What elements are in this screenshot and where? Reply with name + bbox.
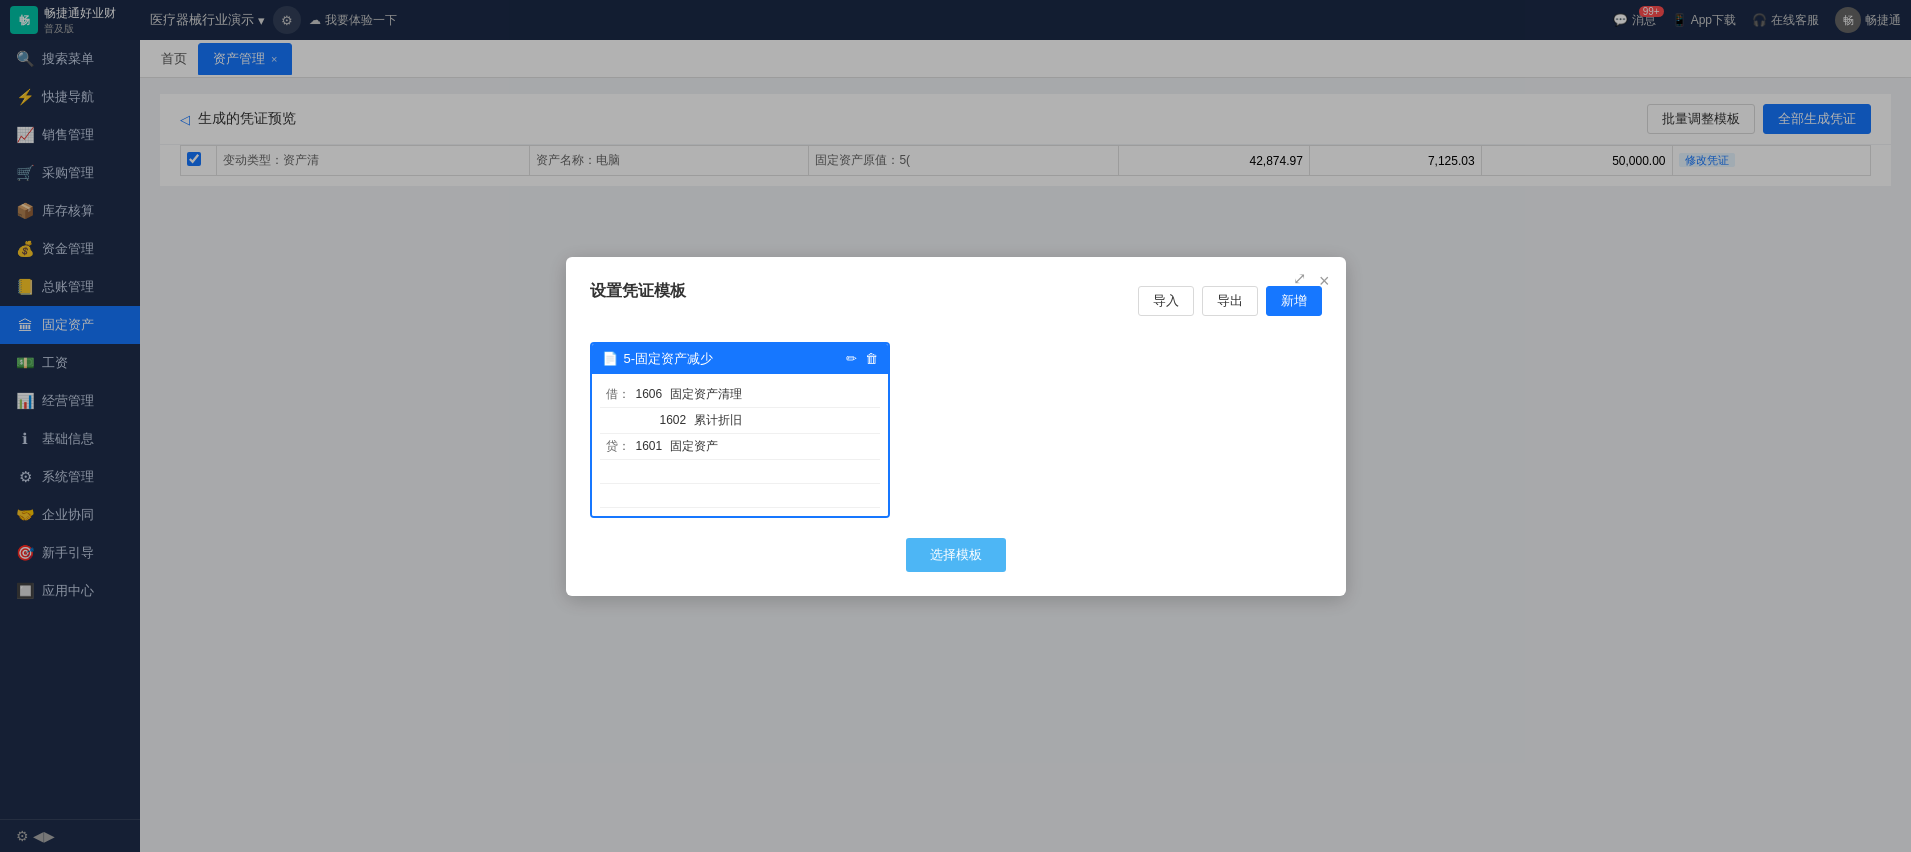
template-entry-0: 借： 1606 固定资产清理 — [600, 382, 880, 408]
template-delete-icon[interactable]: 🗑 — [865, 351, 878, 366]
entry-type-2: 贷： — [606, 438, 636, 455]
entry-name-2: 固定资产 — [670, 438, 718, 455]
new-button[interactable]: 新增 — [1266, 286, 1322, 316]
template-edit-icon[interactable]: ✏ — [846, 351, 857, 366]
entry-name-0: 固定资产清理 — [670, 386, 742, 403]
entry-code-0: 1606 — [636, 387, 663, 401]
template-body: 借： 1606 固定资产清理 1602 累计折旧 贷： 1601 固定资产 — [592, 374, 888, 516]
import-button[interactable]: 导入 — [1138, 286, 1194, 316]
export-button[interactable]: 导出 — [1202, 286, 1258, 316]
modal-close-button[interactable]: × — [1319, 271, 1330, 292]
modal-overlay: ⤢ × 设置凭证模板 导入 导出 新增 📄 5-固定资产减少 ✏ 🗑 — [0, 0, 1911, 852]
modal-title: 设置凭证模板 — [590, 281, 686, 302]
expand-icon[interactable]: ⤢ — [1293, 269, 1306, 288]
entry-type-0: 借： — [606, 386, 636, 403]
window-controls: ⤢ — [1293, 269, 1306, 288]
template-card: 📄 5-固定资产减少 ✏ 🗑 借： 1606 固定资产清理 1602 累计折旧 — [590, 342, 890, 518]
entry-code-1: 1602 — [636, 413, 687, 427]
template-entry-1: 1602 累计折旧 — [600, 408, 880, 434]
template-card-header: 📄 5-固定资产减少 ✏ 🗑 — [592, 344, 888, 374]
template-doc-icon: 📄 — [602, 351, 618, 366]
template-header-actions: ✏ 🗑 — [846, 351, 878, 366]
entry-code-2: 1601 — [636, 439, 663, 453]
voucher-template-modal: ⤢ × 设置凭证模板 导入 导出 新增 📄 5-固定资产减少 ✏ 🗑 — [566, 257, 1346, 596]
template-name: 5-固定资产减少 — [624, 350, 714, 368]
empty-row-1 — [600, 460, 880, 484]
modal-action-buttons: 导入 导出 新增 — [1138, 286, 1322, 316]
template-empty-rows — [600, 460, 880, 508]
empty-row-2 — [600, 484, 880, 508]
entry-name-1: 累计折旧 — [694, 412, 742, 429]
template-entry-2: 贷： 1601 固定资产 — [600, 434, 880, 460]
modal-header: 设置凭证模板 导入 导出 新增 — [590, 281, 1322, 322]
select-template-button[interactable]: 选择模板 — [906, 538, 1006, 572]
